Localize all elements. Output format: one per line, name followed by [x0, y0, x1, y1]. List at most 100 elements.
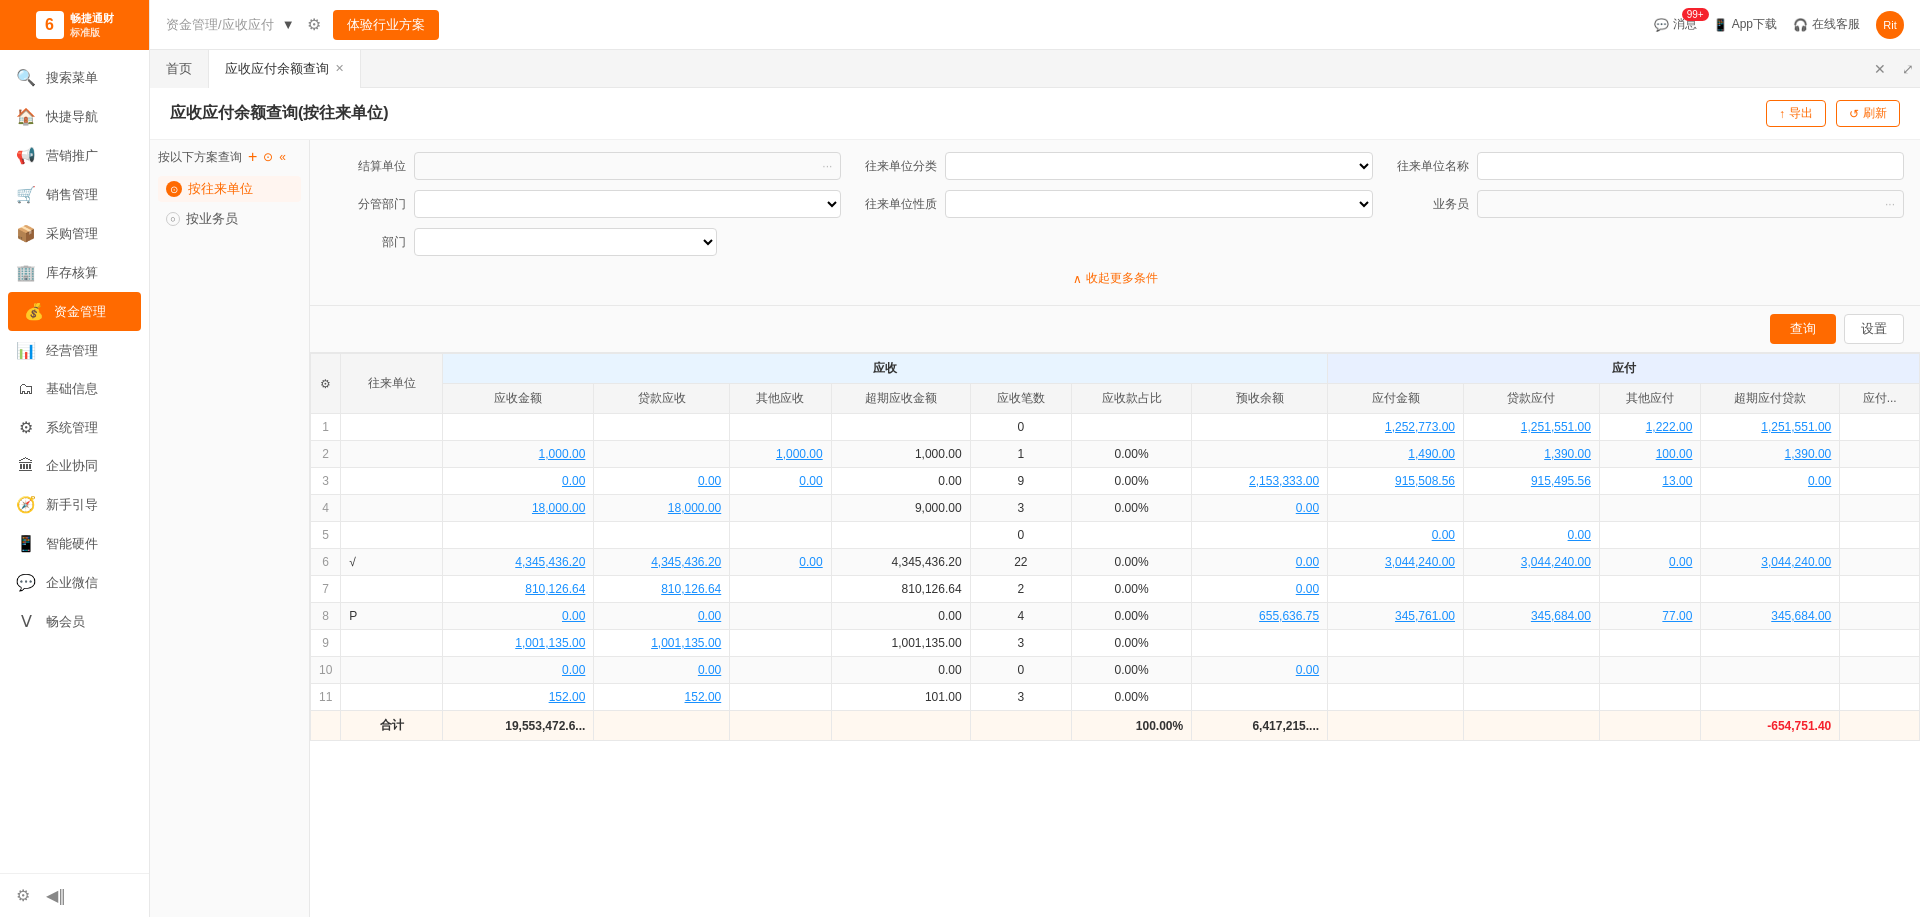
table-cell[interactable]: 18,000.00: [594, 495, 730, 522]
table-cell[interactable]: 2,153,333.00: [1192, 468, 1328, 495]
table-cell[interactable]: 915,508.56: [1328, 468, 1464, 495]
table-gear-header[interactable]: ⚙: [311, 354, 341, 414]
table-cell[interactable]: 1,222.00: [1599, 414, 1700, 441]
table-cell[interactable]: [1328, 576, 1464, 603]
export-button[interactable]: ↑ 导出: [1766, 100, 1826, 127]
sidebar-item-search[interactable]: 🔍 搜索菜单: [0, 58, 149, 97]
filter-circle-button[interactable]: ⊙: [263, 150, 273, 164]
table-cell[interactable]: 0.00: [1328, 522, 1464, 549]
tab-close-icon[interactable]: ✕: [335, 62, 344, 75]
table-cell[interactable]: 18,000.00: [442, 495, 594, 522]
table-cell[interactable]: 0.00: [442, 468, 594, 495]
table-cell[interactable]: [730, 576, 831, 603]
maximize-window-icon[interactable]: ⤢: [1896, 59, 1920, 79]
sidebar-item-member[interactable]: Ⅴ 畅会员: [0, 602, 149, 641]
sidebar-item-system[interactable]: ⚙ 系统管理: [0, 408, 149, 447]
table-cell[interactable]: 77.00: [1599, 603, 1700, 630]
filter-add-button[interactable]: +: [248, 148, 257, 166]
sidebar-item-quicknav[interactable]: 🏠 快捷导航: [0, 97, 149, 136]
sidebar-item-basic[interactable]: 🗂 基础信息: [0, 370, 149, 408]
table-cell[interactable]: 1,001,135.00: [594, 630, 730, 657]
table-cell[interactable]: [730, 630, 831, 657]
sidebar-item-guide[interactable]: 🧭 新手引导: [0, 485, 149, 524]
table-cell[interactable]: 1,390.00: [1701, 441, 1840, 468]
table-cell[interactable]: 1,000.00: [442, 441, 594, 468]
table-cell[interactable]: 152.00: [594, 684, 730, 711]
table-cell[interactable]: 1,251,551.00: [1701, 414, 1840, 441]
table-cell[interactable]: 3,044,240.00: [1701, 549, 1840, 576]
table-cell[interactable]: 0.00: [442, 603, 594, 630]
close-window-icon[interactable]: ✕: [1868, 59, 1892, 79]
sidebar-item-finance[interactable]: 💰 资金管理: [8, 292, 141, 331]
table-cell[interactable]: [1599, 522, 1700, 549]
unit-nature-select[interactable]: [945, 190, 1372, 218]
filter-option-by-staff[interactable]: ○ 按业务员: [158, 206, 301, 232]
promo-button[interactable]: 体验行业方案: [333, 10, 439, 40]
unit-name-input[interactable]: [1477, 152, 1904, 180]
table-cell[interactable]: 810,126.64: [594, 576, 730, 603]
table-cell[interactable]: [1328, 630, 1464, 657]
table-cell[interactable]: 0.00: [442, 657, 594, 684]
query-button[interactable]: 查询: [1770, 314, 1836, 344]
table-cell[interactable]: 4,345,436.20: [594, 549, 730, 576]
table-cell[interactable]: [594, 441, 730, 468]
table-cell[interactable]: 100.00: [1599, 441, 1700, 468]
table-cell[interactable]: [1328, 657, 1464, 684]
table-cell[interactable]: [1599, 657, 1700, 684]
sidebar-item-purchase[interactable]: 📦 采购管理: [0, 214, 149, 253]
header-gear-icon[interactable]: ⚙: [307, 15, 321, 34]
table-cell[interactable]: 345,684.00: [1464, 603, 1600, 630]
table-cell[interactable]: [1701, 522, 1840, 549]
table-cell[interactable]: 915,495.56: [1464, 468, 1600, 495]
table-cell[interactable]: [1464, 630, 1600, 657]
avatar[interactable]: Rit: [1876, 11, 1904, 39]
sidebar-item-wechat[interactable]: 💬 企业微信: [0, 563, 149, 602]
dept-manage-select[interactable]: [414, 190, 841, 218]
table-cell[interactable]: [1701, 657, 1840, 684]
sidebar-item-enterprise[interactable]: 🏛 企业协同: [0, 447, 149, 485]
table-cell[interactable]: [1464, 576, 1600, 603]
table-cell[interactable]: 1,490.00: [1328, 441, 1464, 468]
sidebar-item-hardware[interactable]: 📱 智能硬件: [0, 524, 149, 563]
table-cell[interactable]: [1701, 684, 1840, 711]
table-cell[interactable]: [730, 522, 831, 549]
table-cell[interactable]: [1328, 684, 1464, 711]
table-cell[interactable]: [594, 522, 730, 549]
table-cell[interactable]: [1192, 630, 1328, 657]
table-cell[interactable]: 0.00: [1599, 549, 1700, 576]
table-cell[interactable]: 0.00: [1192, 657, 1328, 684]
table-cell[interactable]: [1701, 495, 1840, 522]
table-container[interactable]: ⚙ 往来单位 应收 应付 应收金额 贷款应收 其他应收 超期应收金额: [310, 353, 1920, 917]
table-cell[interactable]: 1,001,135.00: [442, 630, 594, 657]
table-cell[interactable]: [1464, 657, 1600, 684]
breadcrumb-dropdown[interactable]: ▼: [282, 17, 295, 32]
table-cell[interactable]: 1,000.00: [730, 441, 831, 468]
table-cell[interactable]: [442, 522, 594, 549]
tab-receivables[interactable]: 应收应付余额查询 ✕: [209, 50, 361, 88]
table-cell[interactable]: [594, 414, 730, 441]
filter-option-by-unit[interactable]: ⊙ 按往来单位: [158, 176, 301, 202]
table-cell[interactable]: [730, 603, 831, 630]
table-cell[interactable]: 0.00: [1192, 495, 1328, 522]
collapse-footer-icon[interactable]: ◀‖: [46, 886, 66, 905]
table-cell[interactable]: [730, 414, 831, 441]
table-cell[interactable]: [1701, 576, 1840, 603]
table-cell[interactable]: 0.00: [1464, 522, 1600, 549]
unit-category-select[interactable]: [945, 152, 1372, 180]
table-cell[interactable]: 0.00: [594, 603, 730, 630]
app-download-button[interactable]: 📱 App下载: [1713, 16, 1777, 33]
table-cell[interactable]: [1464, 495, 1600, 522]
tab-home[interactable]: 首页: [150, 50, 209, 88]
table-cell[interactable]: 810,126.64: [442, 576, 594, 603]
table-cell[interactable]: [1599, 495, 1700, 522]
sidebar-item-marketing[interactable]: 📢 营销推广: [0, 136, 149, 175]
table-cell[interactable]: 152.00: [442, 684, 594, 711]
settlement-input[interactable]: ···: [414, 152, 841, 180]
dept-select[interactable]: [414, 228, 717, 256]
table-cell[interactable]: 0.00: [730, 549, 831, 576]
table-cell[interactable]: 0.00: [1192, 549, 1328, 576]
table-cell[interactable]: 0.00: [594, 468, 730, 495]
table-cell[interactable]: 3,044,240.00: [1464, 549, 1600, 576]
sidebar-item-operations[interactable]: 📊 经营管理: [0, 331, 149, 370]
table-cell[interactable]: [1464, 684, 1600, 711]
